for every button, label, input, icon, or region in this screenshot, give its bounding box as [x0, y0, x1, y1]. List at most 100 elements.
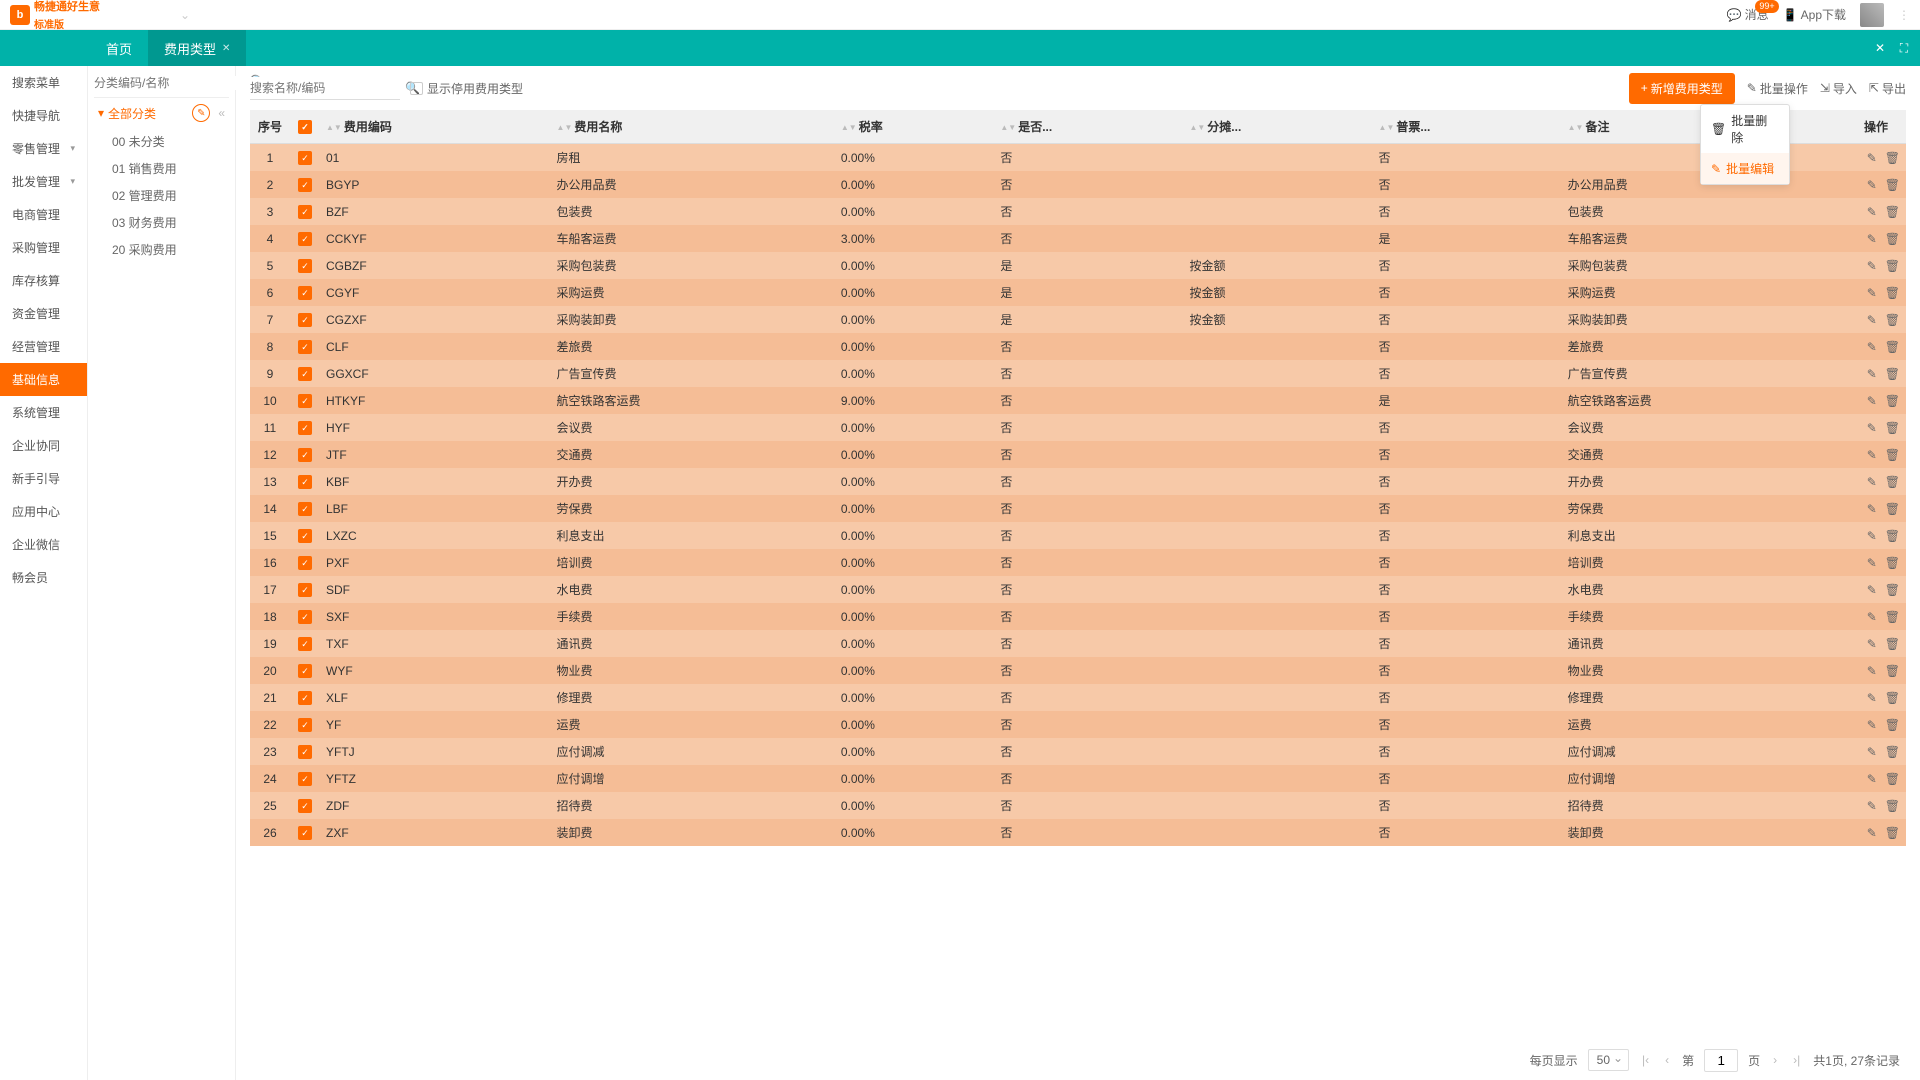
row-checkbox[interactable]: ✓ [298, 826, 312, 840]
row-checkbox[interactable]: ✓ [298, 610, 312, 624]
delete-row-icon[interactable]: 🗑 [1885, 232, 1900, 246]
batch-delete-item[interactable]: 🗑 批量删除 [1701, 105, 1789, 153]
edit-row-icon[interactable]: ✎ [1867, 610, 1877, 624]
edit-row-icon[interactable]: ✎ [1867, 826, 1877, 840]
row-checkbox[interactable]: ✓ [298, 637, 312, 651]
table-row[interactable]: 4✓CCKYF车船客运费3.00%否是车船客运费✎🗑 [250, 225, 1906, 252]
delete-row-icon[interactable]: 🗑 [1885, 340, 1900, 354]
table-row[interactable]: 16✓PXF培训费0.00%否否培训费✎🗑 [250, 549, 1906, 576]
messages-button[interactable]: 💬 消息 99+ [1727, 6, 1769, 23]
row-checkbox[interactable]: ✓ [298, 313, 312, 327]
delete-row-icon[interactable]: 🗑 [1885, 637, 1900, 651]
row-checkbox[interactable]: ✓ [298, 529, 312, 543]
edit-row-icon[interactable]: ✎ [1867, 664, 1877, 678]
table-row[interactable]: 12✓JTF交通费0.00%否否交通费✎🗑 [250, 441, 1906, 468]
delete-row-icon[interactable]: 🗑 [1885, 475, 1900, 489]
category-item[interactable]: 00 未分类 [94, 128, 229, 155]
sidebar-item[interactable]: 基础信息 [0, 363, 87, 396]
col-name[interactable]: ▲▼费用名称 [551, 110, 835, 144]
app-download-button[interactable]: 📱 App下载 [1783, 6, 1846, 23]
col-rate[interactable]: ▲▼税率 [835, 110, 994, 144]
table-row[interactable]: 23✓YFTJ应付调减0.00%否否应付调减✎🗑 [250, 738, 1906, 765]
delete-row-icon[interactable]: 🗑 [1885, 610, 1900, 624]
row-checkbox[interactable]: ✓ [298, 691, 312, 705]
delete-row-icon[interactable]: 🗑 [1885, 178, 1900, 192]
edit-row-icon[interactable]: ✎ [1867, 421, 1877, 435]
col-seq[interactable]: 序号 [250, 110, 290, 144]
table-row[interactable]: 5✓CGBZF采购包装费0.00%是按金额否采购包装费✎🗑 [250, 252, 1906, 279]
edit-row-icon[interactable]: ✎ [1867, 502, 1877, 516]
first-page-icon[interactable]: |‹ [1639, 1053, 1652, 1067]
edit-row-icon[interactable]: ✎ [1867, 151, 1877, 165]
tab-expense-type[interactable]: 费用类型 ✕ [148, 30, 246, 66]
table-row[interactable]: 22✓YF运费0.00%否否运费✎🗑 [250, 711, 1906, 738]
sidebar-item[interactable]: 企业微信 [0, 528, 87, 561]
row-checkbox[interactable]: ✓ [298, 394, 312, 408]
delete-row-icon[interactable]: 🗑 [1885, 556, 1900, 570]
row-checkbox[interactable]: ✓ [298, 340, 312, 354]
edit-row-icon[interactable]: ✎ [1867, 286, 1877, 300]
table-row[interactable]: 26✓ZXF装卸费0.00%否否装卸费✎🗑 [250, 819, 1906, 846]
row-checkbox[interactable]: ✓ [298, 664, 312, 678]
close-all-icon[interactable]: ✕ [1872, 41, 1888, 56]
edit-row-icon[interactable]: ✎ [1867, 745, 1877, 759]
delete-row-icon[interactable]: 🗑 [1885, 583, 1900, 597]
col-code[interactable]: ▲▼费用编码 [320, 110, 551, 144]
table-row[interactable]: 1✓01房租0.00%否否✎🗑 [250, 144, 1906, 172]
delete-row-icon[interactable]: 🗑 [1885, 745, 1900, 759]
category-item[interactable]: 20 采购费用 [94, 236, 229, 263]
table-row[interactable]: 7✓CGZXF采购装卸费0.00%是按金额否采购装卸费✎🗑 [250, 306, 1906, 333]
page-input[interactable] [1704, 1049, 1738, 1072]
sidebar-item[interactable]: 企业协同 [0, 429, 87, 462]
table-row[interactable]: 21✓XLF修理费0.00%否否修理费✎🗑 [250, 684, 1906, 711]
checkbox-all-icon[interactable]: ✓ [298, 120, 312, 134]
edit-row-icon[interactable]: ✎ [1867, 394, 1877, 408]
sidebar-item[interactable]: 库存核算 [0, 264, 87, 297]
export-button[interactable]: ⇱ 导出 [1869, 80, 1906, 97]
delete-row-icon[interactable]: 🗑 [1885, 394, 1900, 408]
show-disabled-checkbox[interactable]: 显示停用费用类型 [410, 80, 523, 97]
close-icon[interactable]: ✕ [222, 43, 230, 54]
row-checkbox[interactable]: ✓ [298, 178, 312, 192]
row-checkbox[interactable]: ✓ [298, 745, 312, 759]
table-row[interactable]: 10✓HTKYF航空铁路客运费9.00%否是航空铁路客运费✎🗑 [250, 387, 1906, 414]
sidebar-item[interactable]: 电商管理 [0, 198, 87, 231]
row-checkbox[interactable]: ✓ [298, 286, 312, 300]
edit-row-icon[interactable]: ✎ [1867, 691, 1877, 705]
sidebar-item[interactable]: 畅会员 [0, 561, 87, 594]
edit-row-icon[interactable]: ✎ [1867, 529, 1877, 543]
avatar[interactable] [1860, 3, 1884, 27]
edit-row-icon[interactable]: ✎ [1867, 178, 1877, 192]
edit-row-icon[interactable]: ✎ [1867, 232, 1877, 246]
col-isx[interactable]: ▲▼是否... [994, 110, 1183, 144]
table-row[interactable]: 17✓SDF水电费0.00%否否水电费✎🗑 [250, 576, 1906, 603]
col-alloc[interactable]: ▲▼分摊... [1183, 110, 1372, 144]
edit-row-icon[interactable]: ✎ [1867, 205, 1877, 219]
edit-row-icon[interactable]: ✎ [1867, 583, 1877, 597]
table-row[interactable]: 6✓CGYF采购运费0.00%是按金额否采购运费✎🗑 [250, 279, 1906, 306]
table-row[interactable]: 15✓LXZC利息支出0.00%否否利息支出✎🗑 [250, 522, 1906, 549]
delete-row-icon[interactable]: 🗑 [1885, 259, 1900, 273]
row-checkbox[interactable]: ✓ [298, 772, 312, 786]
col-voucher[interactable]: ▲▼普票... [1373, 110, 1562, 144]
edit-row-icon[interactable]: ✎ [1867, 637, 1877, 651]
edit-row-icon[interactable]: ✎ [1867, 313, 1877, 327]
delete-row-icon[interactable]: 🗑 [1885, 772, 1900, 786]
category-search-input[interactable] [94, 76, 249, 90]
row-checkbox[interactable]: ✓ [298, 151, 312, 165]
edit-row-icon[interactable]: ✎ [1867, 718, 1877, 732]
category-item[interactable]: 02 管理费用 [94, 182, 229, 209]
table-row[interactable]: 13✓KBF开办费0.00%否否开办费✎🗑 [250, 468, 1906, 495]
edit-row-icon[interactable]: ✎ [1867, 259, 1877, 273]
table-row[interactable]: 19✓TXF通讯费0.00%否否通讯费✎🗑 [250, 630, 1906, 657]
delete-row-icon[interactable]: 🗑 [1885, 205, 1900, 219]
row-checkbox[interactable]: ✓ [298, 583, 312, 597]
table-row[interactable]: 14✓LBF劳保费0.00%否否劳保费✎🗑 [250, 495, 1906, 522]
delete-row-icon[interactable]: 🗑 [1885, 286, 1900, 300]
delete-row-icon[interactable]: 🗑 [1885, 799, 1900, 813]
sidebar-item[interactable]: 采购管理 [0, 231, 87, 264]
delete-row-icon[interactable]: 🗑 [1885, 826, 1900, 840]
row-checkbox[interactable]: ✓ [298, 367, 312, 381]
delete-row-icon[interactable]: 🗑 [1885, 718, 1900, 732]
category-item[interactable]: 03 财务费用 [94, 209, 229, 236]
